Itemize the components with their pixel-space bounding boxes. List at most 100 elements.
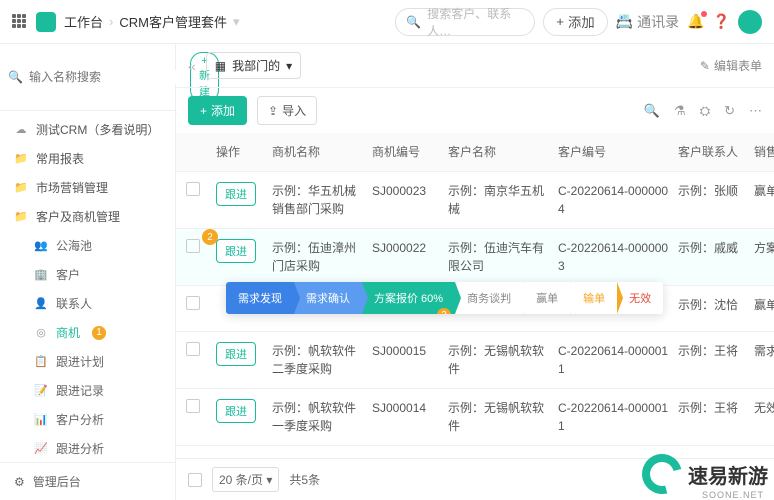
apps-icon[interactable] [12,14,28,30]
stage-popover: 需求发现需求确认方案报价 60%3商务谈判赢单输单无效 [226,282,663,314]
cell-contact[interactable]: 示例：王将 [674,399,750,417]
cell-stage: 赢单 [750,296,774,314]
cell-stage: 无效 [750,399,774,417]
sidebar-item[interactable]: 📊客户分析 [0,405,175,434]
row-checkbox[interactable] [186,342,200,356]
sidebar-item[interactable]: 📁常用报表 [0,144,175,173]
table-row: 门采购技有限公司示例：沈恰赢单需求发现需求确认方案报价 60%3商务谈判赢单输单… [176,286,774,332]
sidebar-item-label: 客户及商机管理 [36,208,120,225]
column-header[interactable]: 客户编号 [554,143,674,161]
cell-contact[interactable]: 示例：张顺 [674,182,750,200]
settings-icon[interactable]: ⛭ [700,103,710,119]
search-icon: 🔍 [8,70,23,84]
column-header[interactable]: 客户名称 [444,143,554,161]
global-add-button[interactable]: + 添加 [543,8,607,36]
refresh-icon[interactable]: ↻ [724,103,735,119]
stage-step[interactable]: 无效 [617,282,663,314]
add-button[interactable]: + 添加 [188,96,247,125]
cell-name[interactable]: 示例：帆软软件二季度采购 [268,342,368,378]
breadcrumb-workbench[interactable]: 工作台 [64,12,103,31]
cell-code: SJ000014 [368,399,444,417]
sidebar-item[interactable]: 👥公海池 [0,231,175,260]
sidebar-item[interactable]: ☁测试CRM（多看说明） [0,115,175,144]
stage-step[interactable]: 需求确认 [294,282,362,314]
cell-name[interactable]: 示例：帆软软件一季度采购 [268,399,368,435]
row-checkbox[interactable] [186,296,200,310]
folder-icon: 📋 [34,355,48,369]
stage-step[interactable]: 商务谈判 [455,282,524,314]
cell-custcode: C-20220614-0000011 [554,342,674,378]
sidebar-item-label: 客户 [56,266,80,283]
breadcrumb: 工作台 › CRM客户管理套件 ▾ [64,12,240,31]
admin-backend-link[interactable]: ⚙ 管理后台 [0,462,175,500]
stage-step[interactable]: 方案报价 60%3 [362,282,455,314]
chevron-down-icon[interactable]: ▾ [233,14,240,30]
cell-contact[interactable]: 示例：沈恰 [674,296,750,314]
follow-button[interactable]: 跟进 [216,182,256,206]
help-icon[interactable]: ❓ [713,13,730,30]
contacts-button[interactable]: 📇通讯录 [616,12,679,32]
sidebar-item[interactable]: 📋 跟进计划 [0,347,175,376]
column-header[interactable]: 商机名称 [268,143,368,161]
column-header[interactable]: 销售阶段 [750,143,774,161]
folder-icon: ◎ [34,326,48,340]
follow-button[interactable]: 跟进 [216,342,256,366]
notifications-icon[interactable]: 🔔 [687,13,704,30]
column-header[interactable]: 操作 [212,143,268,161]
folder-icon: 📝 [34,384,48,398]
column-header[interactable]: 客户联系人 [674,143,750,161]
page-size-select[interactable]: 20 条/页 ▾ [212,467,279,492]
follow-button[interactable]: 跟进 [216,399,256,423]
table-row: 跟进示例：华五机械销售部门采购SJ000023示例：南京华五机械C-202206… [176,172,774,229]
row-checkbox[interactable] [186,182,200,196]
import-button[interactable]: ⇪ 导入 [257,96,317,125]
row-checkbox[interactable] [186,239,200,253]
collapse-sidebar-icon[interactable]: « [188,58,196,74]
cell-name[interactable]: 示例：伍迪漳州门店采购 [268,239,368,275]
select-all-checkbox[interactable] [188,473,202,487]
follow-button[interactable]: 跟进 [216,239,256,263]
scope-selector[interactable]: ▦ 我部门的 ▾ [206,52,301,79]
stage-step[interactable]: 赢单 [524,282,571,314]
search-icon: 🔍 [406,15,421,29]
table-row: 跟进示例：帆软软件二季度采购SJ000015示例：无锡帆软软件C-2022061… [176,332,774,389]
sidebar-item[interactable]: 📁市场营销管理 [0,173,175,202]
sidebar-item[interactable]: ◎商机1 [0,318,175,347]
folder-icon: 📁 [14,210,28,224]
stage-step[interactable]: 输单 [571,282,617,314]
cell-name[interactable]: 示例：华五机械销售部门采购 [268,182,368,218]
sidebar-item-label: 跟进计划 [56,353,104,370]
sidebar-item[interactable]: 🏢客户 [0,260,175,289]
filter-icon[interactable]: ⚗ [674,103,686,119]
sidebar-item[interactable]: 👤联系人 [0,289,175,318]
cell-contact[interactable]: 示例：戚威 [674,239,750,257]
cell-stage: 赢单 [750,182,774,200]
logo-icon [36,12,56,32]
more-icon[interactable]: ⋯ [749,103,762,119]
cell-customer[interactable]: 示例：伍迪汽车有限公司 [444,239,554,275]
badge: 2 [202,229,218,245]
sidebar-item-label: 测试CRM（多看说明） [36,121,159,138]
badge: 1 [92,326,106,340]
cell-contact[interactable]: 示例：王将 [674,342,750,360]
global-search[interactable]: 🔍 搜索客户、联系人… [395,8,535,36]
stage-step[interactable]: 需求发现 [226,282,294,314]
row-checkbox[interactable] [186,399,200,413]
sidebar-item[interactable]: 📝跟进记录 [0,376,175,405]
edit-form-link[interactable]: ✎ 编辑表单 [700,57,762,74]
cell-custcode: C-20220614-0000003 [554,239,674,275]
breadcrumb-suite[interactable]: CRM客户管理套件 [119,12,227,31]
sidebar-item[interactable]: 📈跟进分析 [0,434,175,462]
sidebar-item[interactable]: 📁 客户及商机管理 [0,202,175,231]
edit-icon: ✎ [700,59,710,73]
cell-customer[interactable]: 示例：无锡帆软软件 [444,399,554,435]
avatar[interactable] [738,10,762,34]
folder-icon: 📁 [14,152,28,166]
folder-icon: 📊 [34,413,48,427]
sidebar-search-input[interactable] [29,70,184,84]
column-header[interactable]: 商机编号 [368,143,444,161]
search-icon[interactable]: 🔍 [644,103,660,119]
cell-customer[interactable]: 示例：无锡帆软软件 [444,342,554,378]
cell-customer[interactable]: 示例：南京华五机械 [444,182,554,218]
folder-icon: 📁 [14,181,28,195]
